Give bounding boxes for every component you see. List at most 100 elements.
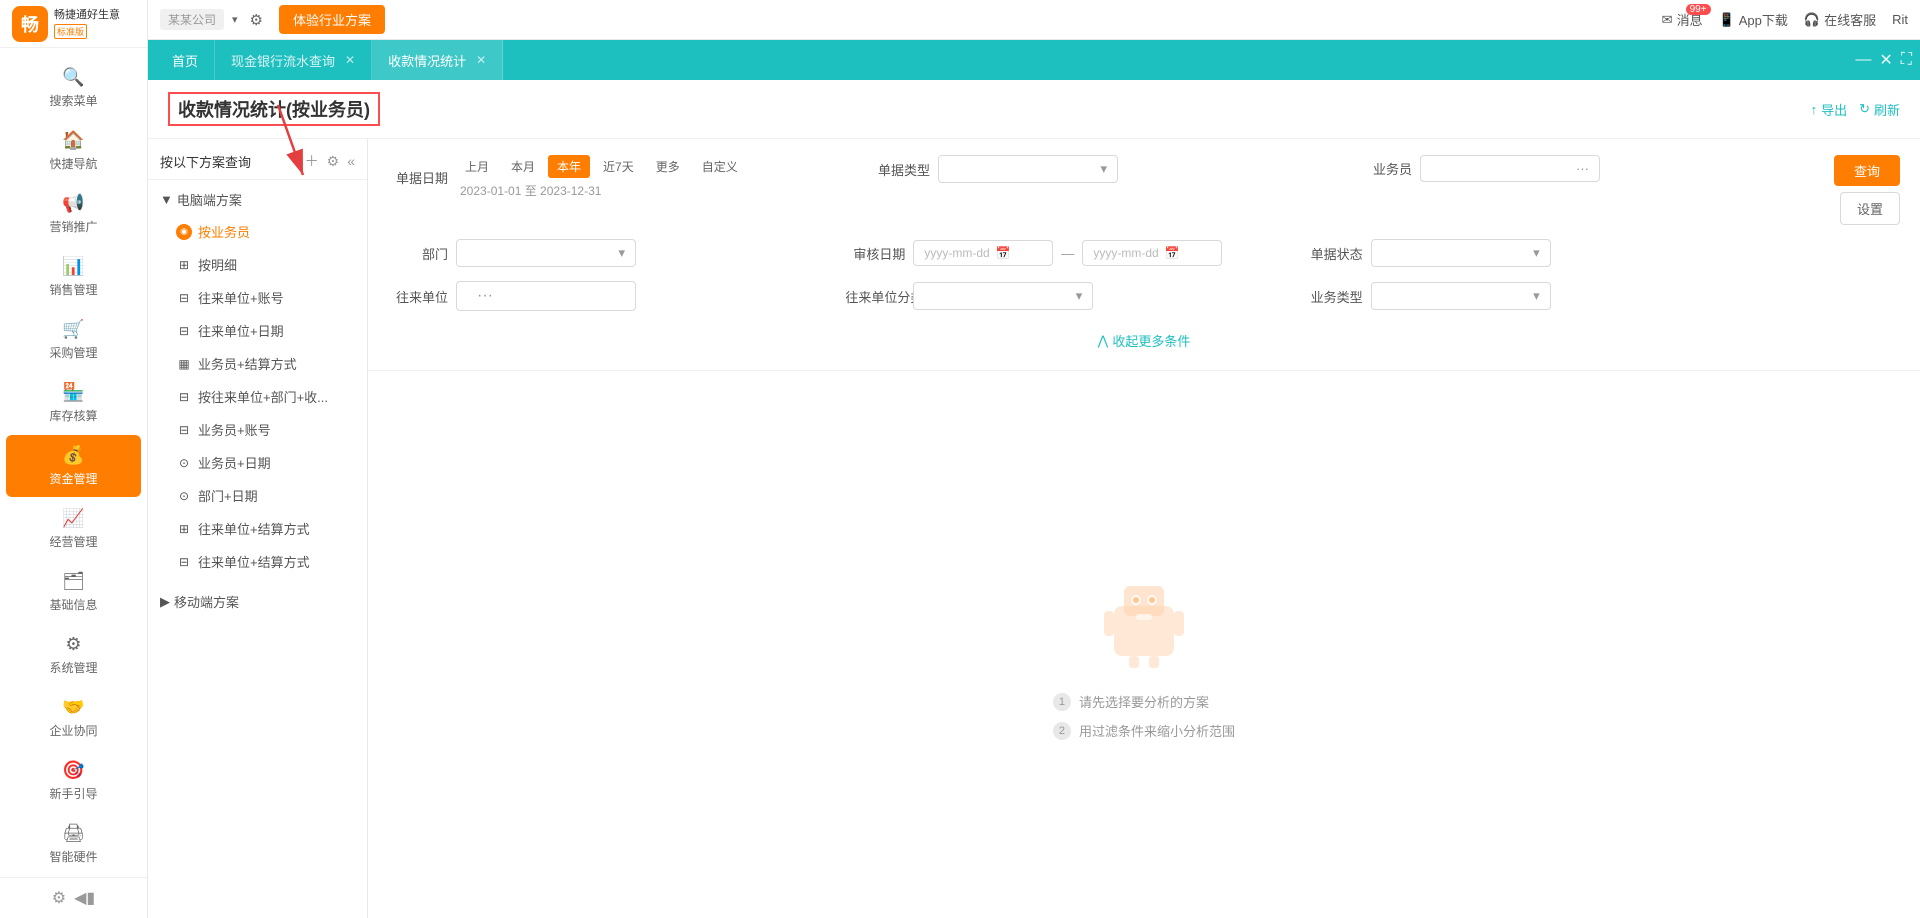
desktop-group-header[interactable]: ▼ 电脑端方案	[148, 184, 367, 215]
tab-close-all[interactable]: ✕	[1879, 50, 1892, 70]
tab-cashflow-close[interactable]: ✕	[345, 53, 355, 67]
tab-expand[interactable]: ⛶	[1901, 51, 1912, 69]
business-type-caret: ▾	[1533, 288, 1540, 304]
business-type-select[interactable]: ▾	[1371, 282, 1551, 310]
date-tab-custom[interactable]: 自定义	[693, 155, 747, 178]
tab-minimize[interactable]: —	[1855, 51, 1871, 69]
scheme-item-6[interactable]: ⊟ 业务员+账号	[148, 413, 367, 446]
date-tab-last-month[interactable]: 上月	[456, 155, 498, 178]
left-panel-header: 按以下方案查询 ＋ ⚙ «	[148, 139, 367, 180]
settings-btn[interactable]: 设置	[1840, 192, 1900, 225]
sidebar-logo: 畅 畅捷通好生意 标准版	[0, 0, 147, 48]
sidebar-item-enterprise[interactable]: 🤝 企业协同	[6, 687, 141, 749]
tab-bar: 首页 现金银行流水查询 ✕ 收款情况统计 ✕ — ✕ ⛶	[148, 40, 1920, 80]
tab-home[interactable]: 首页	[156, 40, 215, 80]
sidebar-item-inventory[interactable]: 🏪 库存核算	[6, 372, 141, 434]
export-btn[interactable]: ↑ 导出	[1811, 100, 1848, 119]
step-1-num: 1	[1053, 693, 1071, 711]
logo-char: 畅	[21, 11, 39, 37]
sidebar-item-funds[interactable]: 💰 资金管理	[6, 435, 141, 497]
logo-text-block: 畅捷通好生意 标准版	[54, 8, 120, 39]
scheme-item-1-icon: ⊞	[176, 257, 192, 273]
scheme-item-7[interactable]: ⊙ 业务员+日期	[148, 446, 367, 479]
counterparty-select[interactable]: ···	[456, 281, 636, 311]
collapse-label: 收起更多条件	[1112, 331, 1190, 350]
sidebar-item-quicknav[interactable]: 🏠 快捷导航	[6, 120, 141, 182]
dept-select[interactable]: ▾	[456, 239, 636, 267]
audit-date-from[interactable]: yyyy-mm-dd 📅	[913, 240, 1053, 266]
dept-caret: ▾	[618, 245, 625, 261]
settings-scheme-btn[interactable]: ⚙	[327, 153, 340, 170]
lph-title: 按以下方案查询	[160, 152, 251, 171]
sidebar-sales-label: 销售管理	[49, 281, 97, 298]
tab-cashflow[interactable]: 现金银行流水查询 ✕	[215, 40, 372, 80]
scheme-item-4[interactable]: ▦ 业务员+结算方式	[148, 347, 367, 380]
scheme-item-2[interactable]: ⊟ 往来单位+账号	[148, 281, 367, 314]
scheme-item-9[interactable]: ⊞ 往来单位+结算方式	[148, 512, 367, 545]
refresh-label: 刷新	[1874, 100, 1900, 119]
top-bar-right: ✉ 消息 99+ 📱 App下载 🎧 在线客服 Rit	[1662, 10, 1908, 29]
counterparty-cat-select[interactable]: ▾	[913, 282, 1093, 310]
add-scheme-btn[interactable]: ＋	[305, 151, 319, 171]
sidebar-item-sales[interactable]: 📊 销售管理	[6, 246, 141, 308]
query-btn[interactable]: 查询	[1834, 155, 1900, 186]
lph-icons: ＋ ⚙ «	[305, 151, 355, 171]
voucher-status-select[interactable]: ▾	[1371, 239, 1551, 267]
voucher-type-select[interactable]: ▾	[938, 155, 1118, 183]
left-panel: 按以下方案查询 ＋ ⚙ « ▼ 电脑端方案 ◉ 按业务员	[148, 139, 368, 918]
scheme-item-9-label: 往来单位+结算方式	[198, 519, 310, 538]
refresh-btn[interactable]: ↻ 刷新	[1859, 100, 1900, 119]
scheme-item-5[interactable]: ⊟ 按往来单位+部门+收...	[148, 380, 367, 413]
collapse-btn[interactable]: ⋀ 收起更多条件	[1098, 331, 1191, 350]
scheme-item-3[interactable]: ⊟ 往来单位+日期	[148, 314, 367, 347]
msg-btn[interactable]: ✉ 消息 99+	[1662, 10, 1703, 29]
app-icon: 📱	[1719, 12, 1735, 28]
scheme-item-8[interactable]: ⊙ 部门+日期	[148, 479, 367, 512]
tab-receipts[interactable]: 收款情况统计 ✕	[372, 40, 503, 80]
settings-footer-btn[interactable]: ⚙	[52, 888, 66, 908]
counterparty-more[interactable]: ···	[477, 287, 493, 305]
scheme-item-3-label: 往来单位+日期	[198, 321, 284, 340]
collapse-panel-btn[interactable]: «	[347, 153, 355, 169]
sidebar-item-hardware[interactable]: 🖨 智能硬件	[6, 813, 141, 875]
sidebar-item-purchase[interactable]: 🛒 采购管理	[6, 309, 141, 371]
operations-icon: 📈	[62, 508, 84, 529]
service-btn[interactable]: 🎧 在线客服	[1804, 10, 1876, 29]
sidebar-item-guide[interactable]: 🎯 新手引导	[6, 750, 141, 812]
tab-receipts-label: 收款情况统计	[388, 51, 466, 70]
date-tab-this-year[interactable]: 本年	[548, 155, 590, 178]
user-label[interactable]: Rit	[1892, 12, 1908, 27]
collapse-footer-btn[interactable]: ◀▮	[74, 888, 95, 908]
scheme-item-5-label: 按往来单位+部门+收...	[198, 387, 328, 406]
sidebar-inventory-label: 库存核算	[49, 407, 97, 424]
empty-steps: 1 请先选择要分析的方案 2 用过滤条件来缩小分析范围	[1053, 692, 1235, 740]
trial-btn[interactable]: 体验行业方案	[279, 5, 385, 34]
export-label: 导出	[1821, 100, 1847, 119]
right-panel: 单据日期 上月 本月 本年 近7天 更多 自定义 2023-01-01 至 20…	[368, 139, 1920, 918]
logo-text: 畅捷通好生意	[54, 8, 120, 22]
sidebar-item-operations[interactable]: 📈 经营管理	[6, 498, 141, 560]
brand-dropdown[interactable]: ▾	[232, 13, 238, 26]
app-download-btn[interactable]: 📱 App下载	[1719, 10, 1788, 29]
service-label: 在线客服	[1824, 10, 1876, 29]
sidebar-quicknav-label: 快捷导航	[49, 155, 97, 172]
gear-btn[interactable]: ⚙	[250, 11, 263, 29]
counterparty-cat-caret: ▾	[1076, 288, 1083, 304]
date-tab-7days[interactable]: 近7天	[594, 155, 643, 178]
sidebar-item-system[interactable]: ⚙ 系统管理	[6, 624, 141, 686]
scheme-item-10[interactable]: ⊟ 往来单位+结算方式	[148, 545, 367, 578]
sidebar-item-search[interactable]: 🔍 搜索菜单	[6, 57, 141, 119]
scheme-item-0[interactable]: ◉ 按业务员	[148, 215, 367, 248]
desktop-group-arrow: ▼	[160, 192, 173, 207]
date-tab-more[interactable]: 更多	[647, 155, 689, 178]
scheme-item-8-label: 部门+日期	[198, 486, 258, 505]
tab-receipts-close[interactable]: ✕	[476, 53, 486, 67]
audit-date-to[interactable]: yyyy-mm-dd 📅	[1082, 240, 1222, 266]
date-tab-this-month[interactable]: 本月	[502, 155, 544, 178]
mobile-group-header[interactable]: ▶ 移动端方案	[148, 586, 367, 617]
salesperson-select[interactable]: ···	[1420, 155, 1600, 182]
scheme-item-6-icon: ⊟	[176, 422, 192, 438]
sidebar-item-marketing[interactable]: 📢 营销推广	[6, 183, 141, 245]
sidebar-item-basic[interactable]: 🗂 基础信息	[6, 561, 141, 623]
scheme-item-1[interactable]: ⊞ 按明细	[148, 248, 367, 281]
